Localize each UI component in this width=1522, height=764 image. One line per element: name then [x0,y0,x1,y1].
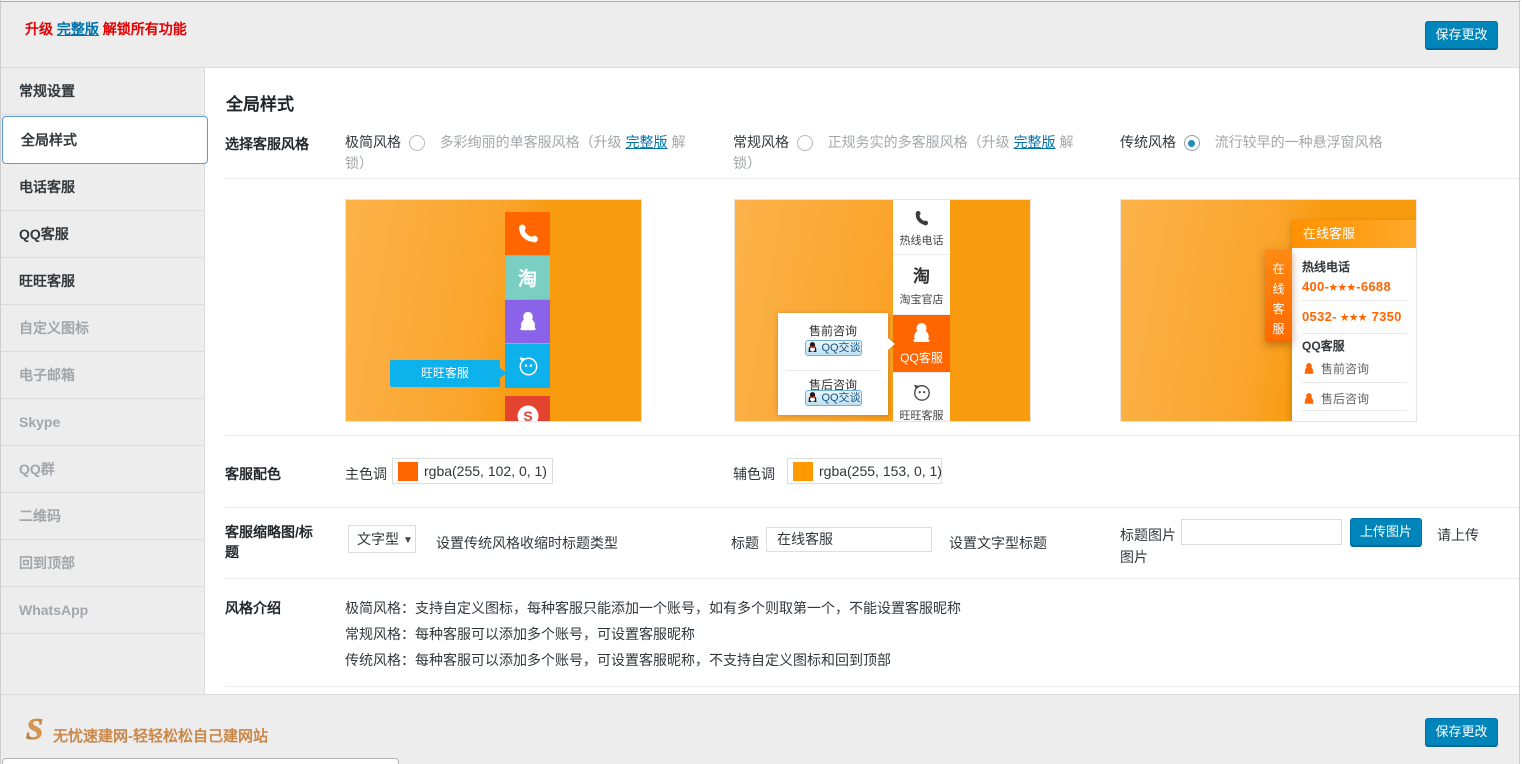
svg-text:S: S [523,408,532,422]
svg-text:S: S [26,714,43,743]
